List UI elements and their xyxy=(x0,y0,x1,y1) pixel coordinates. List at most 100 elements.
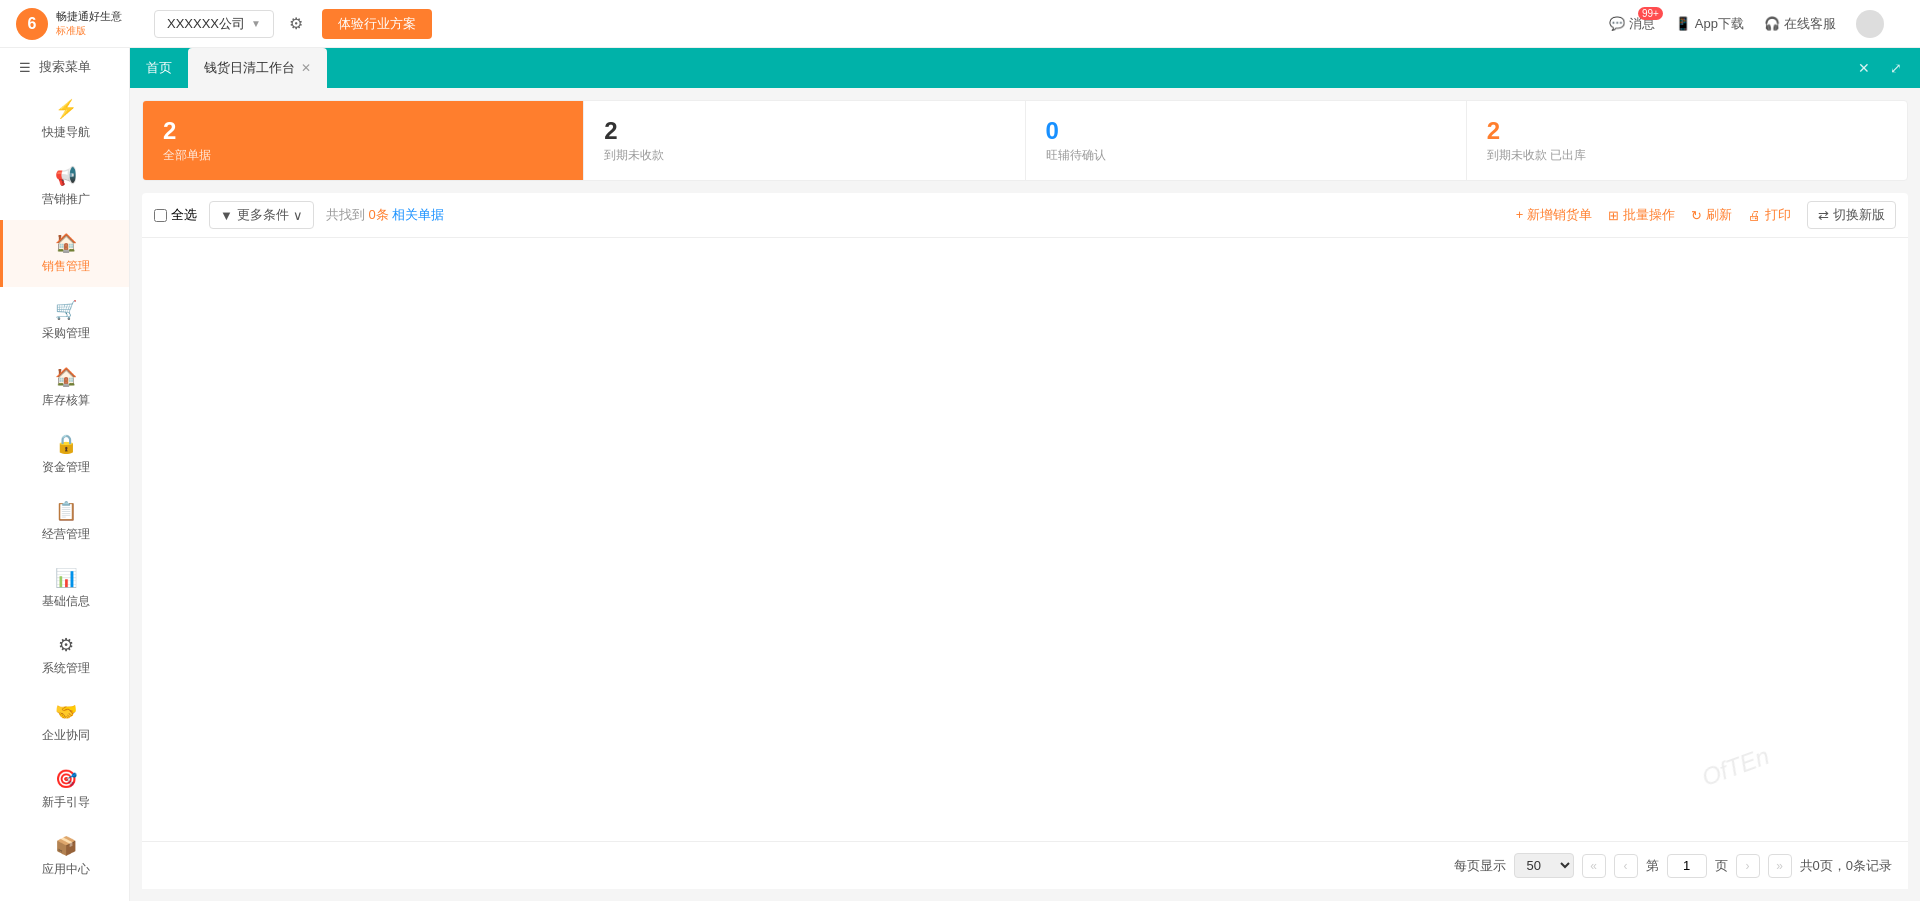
print-button[interactable]: 🖨 打印 xyxy=(1748,206,1791,224)
found-count-area: 共找到 0条 相关单据 xyxy=(326,206,444,224)
sidebar: ☰ 搜索菜单 ⚡ 快捷导航 📢 营销推广 🏠 销售管理 🛒 采购管理 🏠 库存核… xyxy=(0,48,130,901)
select-all-input[interactable] xyxy=(154,209,167,222)
sidebar-item-marketing[interactable]: 📢 营销推广 xyxy=(0,153,129,220)
settings-icon[interactable]: ⚙ xyxy=(282,10,310,38)
stats-row: 2 全部单据 2 到期未收款 0 旺辅待确认 2 到期未收款 已出库 xyxy=(142,100,1908,181)
chevron-down-icon: ▼ xyxy=(251,18,261,29)
sidebar-item-app-center[interactable]: 📦 应用中心 xyxy=(0,823,129,890)
page-next-label: 页 xyxy=(1715,857,1728,875)
stat-card-all[interactable]: 2 全部单据 xyxy=(143,101,584,180)
sidebar-item-operations[interactable]: 📋 经营管理 xyxy=(0,488,129,555)
basic-info-icon: 📊 xyxy=(55,567,77,589)
tab-minimize-icon[interactable]: ✕ xyxy=(1852,56,1876,80)
app-download-label: App下载 xyxy=(1695,15,1744,33)
quick-nav-icon: ⚡ xyxy=(55,98,77,120)
stat-card-overdue[interactable]: 2 到期未收款 xyxy=(584,101,1025,180)
sidebar-item-sales[interactable]: 🏠 销售管理 xyxy=(0,220,129,287)
sidebar-item-system[interactable]: ⚙ 系统管理 xyxy=(0,622,129,689)
tab-home[interactable]: 首页 xyxy=(130,48,188,88)
toolbar: 全选 ▼ 更多条件 ∨ 共找到 0条 相关单据 + 新增销货单 ⊞ 批量操作 ↻ xyxy=(142,193,1908,238)
last-page-button[interactable]: » xyxy=(1768,854,1792,878)
experience-button[interactable]: 体验行业方案 xyxy=(322,9,432,39)
content-area: 首页 钱货日清工作台 ✕ ✕ ⤢ 2 全部单据 2 到期未收款 xyxy=(130,48,1920,901)
stat-label-all: 全部单据 xyxy=(163,147,563,164)
online-service-button[interactable]: 🎧 在线客服 xyxy=(1764,15,1836,33)
sales-icon: 🏠 xyxy=(55,232,77,254)
sidebar-item-label: 经营管理 xyxy=(42,526,90,543)
search-menu-item[interactable]: ☰ 搜索菜单 xyxy=(0,48,129,86)
select-all-checkbox[interactable]: 全选 xyxy=(154,206,197,224)
tab-bar: 首页 钱货日清工作台 ✕ ✕ ⤢ xyxy=(130,48,1920,88)
finance-icon: 🔒 xyxy=(55,433,77,455)
refresh-button[interactable]: ↻ 刷新 xyxy=(1691,206,1732,224)
prev-page-button[interactable]: ‹ xyxy=(1614,854,1638,878)
sidebar-item-label: 销售管理 xyxy=(42,258,90,275)
sidebar-item-quick-nav[interactable]: ⚡ 快捷导航 xyxy=(0,86,129,153)
message-badge: 99+ xyxy=(1638,7,1663,20)
purchase-icon: 🛒 xyxy=(55,299,77,321)
company-selector[interactable]: XXXXXX公司 ▼ xyxy=(154,10,274,38)
tab-actions: ✕ ⤢ xyxy=(1852,56,1920,80)
sidebar-item-inventory[interactable]: 🏠 库存核算 xyxy=(0,354,129,421)
print-icon: 🖨 xyxy=(1748,208,1761,223)
logo-text-area: 畅捷通好生意 标准版 xyxy=(56,9,122,37)
app-center-icon: 📦 xyxy=(55,835,77,857)
stat-number-pending: 0 xyxy=(1046,117,1446,145)
sidebar-item-beginner[interactable]: 🎯 新手引导 xyxy=(0,756,129,823)
table-area xyxy=(142,238,1908,841)
search-menu-label: 搜索菜单 xyxy=(39,58,91,76)
sidebar-item-label: 资金管理 xyxy=(42,459,90,476)
stat-label-pending: 旺辅待确认 xyxy=(1046,147,1446,164)
per-page-select[interactable]: 50 100 200 xyxy=(1514,853,1574,878)
inventory-icon: 🏠 xyxy=(55,366,77,388)
company-name: XXXXXX公司 xyxy=(167,15,245,33)
sidebar-item-enterprise-wechat[interactable]: 💬 企业微信 xyxy=(0,890,129,901)
online-service-label: 在线客服 xyxy=(1784,15,1836,33)
logo-text: 畅捷通好生意 xyxy=(56,9,122,23)
switch-label: 切换新版 xyxy=(1833,206,1885,224)
beginner-icon: 🎯 xyxy=(55,768,77,790)
stat-number-all: 2 xyxy=(163,117,563,145)
select-all-label: 全选 xyxy=(171,206,197,224)
print-label: 打印 xyxy=(1765,206,1791,224)
next-page-button[interactable]: › xyxy=(1736,854,1760,878)
stat-card-shipped[interactable]: 2 到期未收款 已出库 xyxy=(1467,101,1907,180)
add-sales-order-button[interactable]: + 新增销货单 xyxy=(1516,206,1592,224)
sidebar-item-enterprise[interactable]: 🤝 企业协同 xyxy=(0,689,129,756)
stat-card-pending[interactable]: 0 旺辅待确认 xyxy=(1026,101,1467,180)
sidebar-item-label: 快捷导航 xyxy=(42,124,90,141)
batch-operation-button[interactable]: ⊞ 批量操作 xyxy=(1608,206,1675,224)
chevron-down-icon: ∨ xyxy=(293,208,303,223)
stat-label-shipped: 到期未收款 已出库 xyxy=(1487,147,1887,164)
sidebar-item-label: 基础信息 xyxy=(42,593,90,610)
sidebar-item-label: 新手引导 xyxy=(42,794,90,811)
sidebar-item-basic-info[interactable]: 📊 基础信息 xyxy=(0,555,129,622)
refresh-icon: ↻ xyxy=(1691,208,1702,223)
first-page-button[interactable]: « xyxy=(1582,854,1606,878)
stat-number-shipped: 2 xyxy=(1487,117,1887,145)
filter-icon: ▼ xyxy=(220,208,233,223)
sidebar-item-label: 营销推广 xyxy=(42,191,90,208)
switch-new-version-button[interactable]: ⇄ 切换新版 xyxy=(1807,201,1896,229)
message-icon: 💬 xyxy=(1609,16,1625,31)
page-number-input[interactable] xyxy=(1667,854,1707,878)
sidebar-item-label: 采购管理 xyxy=(42,325,90,342)
system-icon: ⚙ xyxy=(58,634,74,656)
stat-label-overdue: 到期未收款 xyxy=(604,147,1004,164)
tab-close-icon[interactable]: ✕ xyxy=(301,61,311,75)
page-label: 第 xyxy=(1646,857,1659,875)
top-bar: 6 畅捷通好生意 标准版 XXXXXX公司 ▼ ⚙ 体验行业方案 💬 消息 99… xyxy=(0,0,1920,48)
sidebar-item-finance[interactable]: 🔒 资金管理 xyxy=(0,421,129,488)
avatar[interactable] xyxy=(1856,10,1884,38)
tab-work-station[interactable]: 钱货日清工作台 ✕ xyxy=(188,48,327,88)
refresh-label: 刷新 xyxy=(1706,206,1732,224)
app-download-button[interactable]: 📱 App下载 xyxy=(1675,15,1744,33)
sidebar-item-purchase[interactable]: 🛒 采购管理 xyxy=(0,287,129,354)
message-button[interactable]: 💬 消息 99+ xyxy=(1609,15,1655,33)
headset-icon: 🎧 xyxy=(1764,16,1780,31)
tab-maximize-icon[interactable]: ⤢ xyxy=(1884,56,1908,80)
tab-work-station-label: 钱货日清工作台 xyxy=(204,59,295,77)
page-content: 2 全部单据 2 到期未收款 0 旺辅待确认 2 到期未收款 已出库 xyxy=(130,88,1920,901)
more-filter-button[interactable]: ▼ 更多条件 ∨ xyxy=(209,201,314,229)
sidebar-item-label: 应用中心 xyxy=(42,861,90,878)
